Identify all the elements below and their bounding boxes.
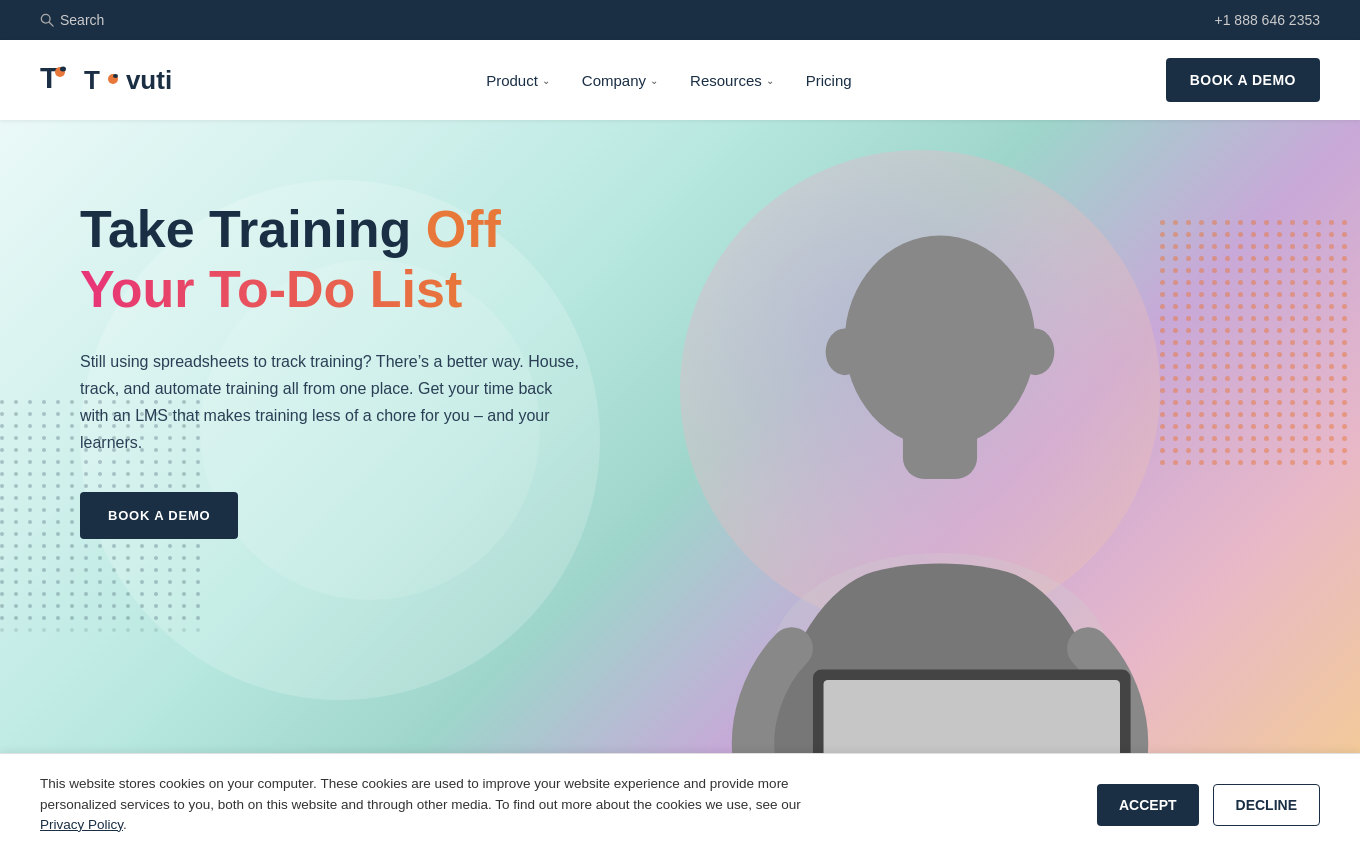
chevron-down-icon: ⌄	[542, 75, 550, 86]
cookie-text: This website stores cookies on your comp…	[40, 774, 840, 835]
hero-person-image	[580, 120, 1300, 859]
svg-point-16	[826, 329, 864, 376]
hero-title-line2: Your To-Do List	[80, 260, 462, 318]
nav-item-pricing[interactable]: Pricing	[794, 64, 864, 97]
hero-title-off: Off	[426, 200, 501, 258]
accept-cookies-button[interactable]: ACCEPT	[1097, 784, 1199, 826]
svg-point-15	[1016, 329, 1054, 376]
logo-icon: T	[40, 62, 76, 98]
cookie-banner: This website stores cookies on your comp…	[0, 753, 1360, 859]
cookie-actions: ACCEPT DECLINE	[1097, 784, 1320, 826]
nav-links: Product ⌄ Company ⌄ Resources ⌄ Pricing	[474, 64, 863, 97]
svg-text:T: T	[40, 62, 58, 94]
chevron-down-icon: ⌄	[766, 75, 774, 86]
hero-section: Take Training Off Your To-Do List Still …	[0, 120, 1360, 859]
nav-item-resources[interactable]: Resources ⌄	[678, 64, 786, 97]
search-label: Search	[60, 12, 104, 28]
hero-description: Still using spreadsheets to track traini…	[80, 348, 580, 457]
person-illustration	[580, 120, 1300, 859]
logo[interactable]: T T vuti	[40, 62, 172, 98]
search-icon	[40, 13, 54, 27]
svg-point-6	[113, 74, 118, 78]
chevron-down-icon: ⌄	[650, 75, 658, 86]
privacy-policy-link[interactable]: Privacy Policy	[40, 817, 123, 832]
logo-text: T	[84, 65, 100, 96]
main-nav: T T vuti Product ⌄ Company ⌄ Resources ⌄	[0, 40, 1360, 120]
hero-content: Take Training Off Your To-Do List Still …	[80, 200, 660, 539]
nav-item-company[interactable]: Company ⌄	[570, 64, 670, 97]
book-demo-hero-button[interactable]: BOOK A DEMO	[80, 492, 238, 539]
search-trigger[interactable]: Search	[40, 12, 104, 28]
book-demo-nav-button[interactable]: BOOK A DEMO	[1166, 58, 1320, 102]
hero-title-line1: Take Training Off	[80, 200, 501, 258]
logo-text-rest: vuti	[126, 65, 172, 96]
hero-title: Take Training Off Your To-Do List	[80, 200, 660, 320]
logo-icon-dot	[106, 71, 120, 89]
top-bar: Search +1 888 646 2353	[0, 0, 1360, 40]
phone-number[interactable]: +1 888 646 2353	[1215, 12, 1321, 28]
svg-point-9	[845, 235, 1036, 447]
nav-item-product[interactable]: Product ⌄	[474, 64, 562, 97]
svg-point-4	[60, 67, 66, 72]
svg-line-1	[49, 22, 53, 26]
decline-cookies-button[interactable]: DECLINE	[1213, 784, 1320, 826]
